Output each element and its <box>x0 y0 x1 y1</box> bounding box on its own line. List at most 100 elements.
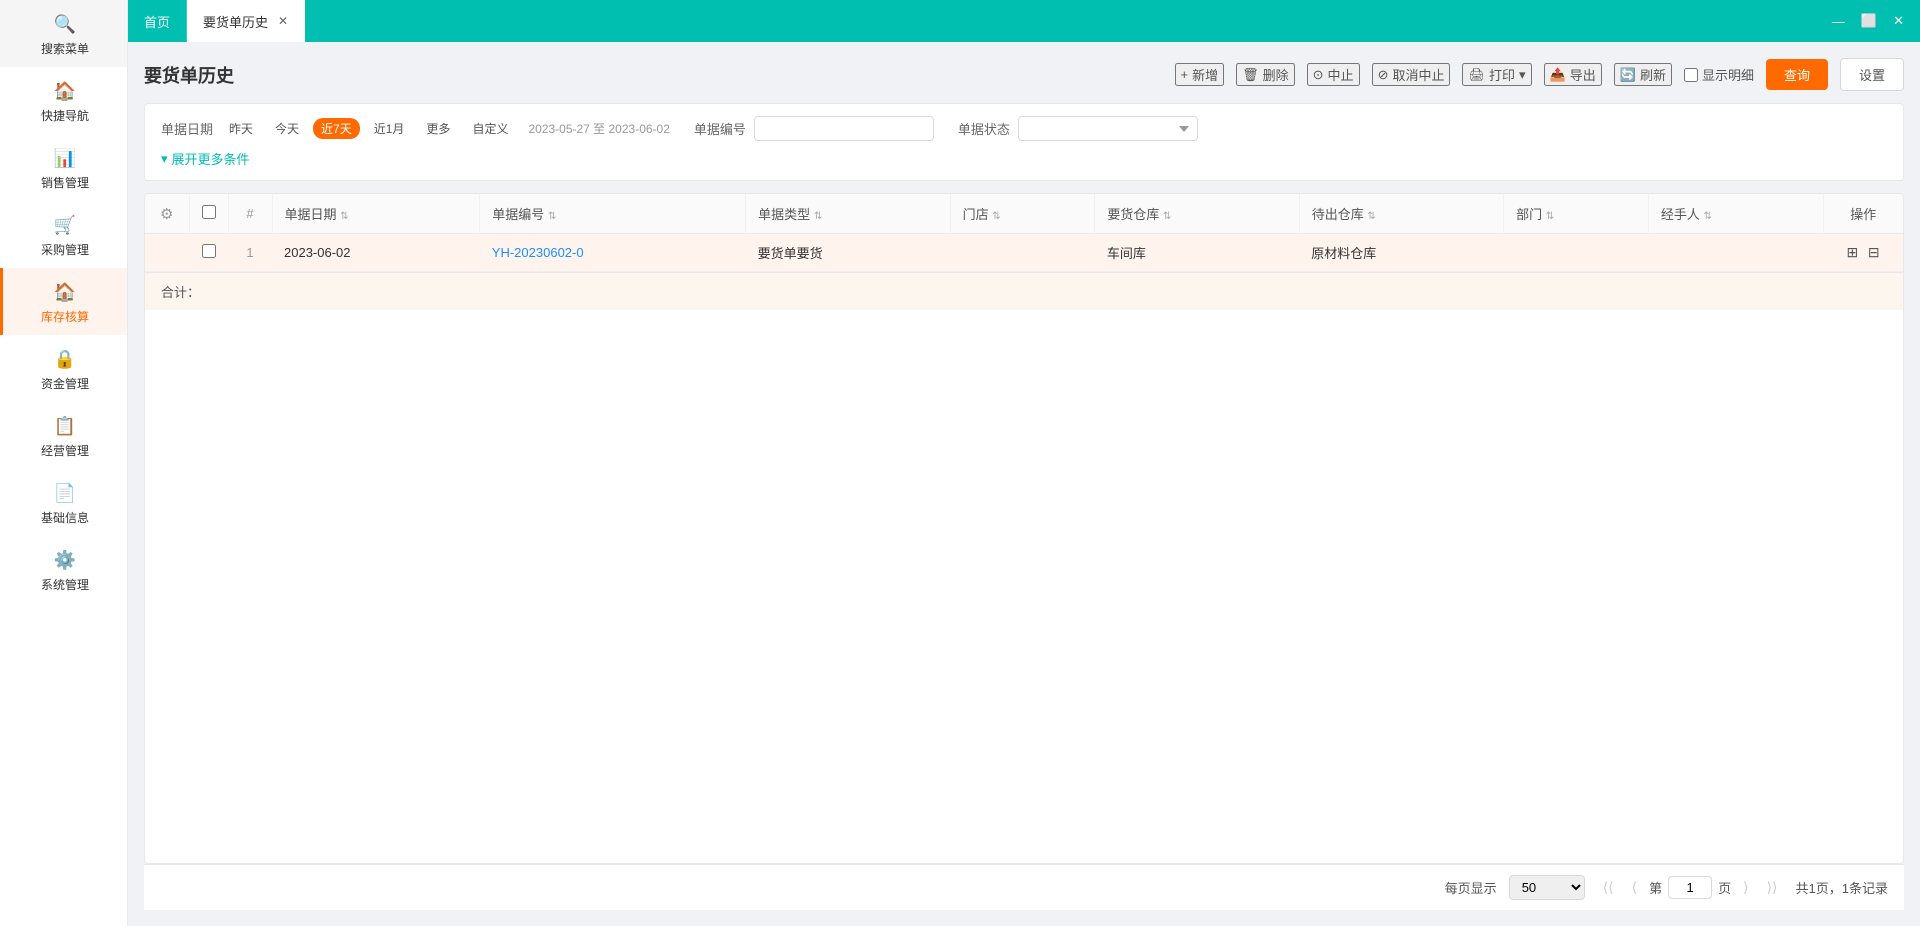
window-minimize-btn[interactable]: — <box>1832 14 1845 29</box>
page-next-btn[interactable]: ⟩ <box>1737 877 1754 898</box>
page-label: 页 <box>1718 878 1731 897</box>
tab-requisition-history[interactable]: 要货单历史 ✕ <box>187 0 305 42</box>
doc-link[interactable]: YH-20230602-0 <box>492 245 584 260</box>
status-filter: 单据状态 <box>958 116 1198 141</box>
query-button[interactable]: 查询 <box>1766 59 1828 90</box>
data-table: ⚙ # 单据日期 ⇅ 单据编号 <box>145 194 1903 272</box>
date-btn-yesterday[interactable]: 昨天 <box>221 118 261 139</box>
sidebar-item-label: 经营管理 <box>41 442 89 459</box>
date-btn-1month[interactable]: 近1月 <box>366 118 413 139</box>
page-prev-btn[interactable]: ⟨ <box>1626 877 1643 898</box>
table-header-row: ⚙ # 单据日期 ⇅ 单据编号 <box>145 194 1903 234</box>
date-btn-custom[interactable]: 自定义 <box>464 118 516 139</box>
sidebar-item-finance[interactable]: 🔒 资金管理 <box>0 335 127 402</box>
table-wrap: ⚙ # 单据日期 ⇅ 单据编号 <box>144 193 1904 864</box>
refresh-icon: 🔄 <box>1620 67 1636 83</box>
th-pending-warehouse[interactable]: 待出仓库 ⇅ <box>1299 194 1503 234</box>
expand-more-btn[interactable]: ▾ 展开更多条件 <box>161 149 1887 168</box>
sidebar-item-search[interactable]: 🔍 搜索菜单 <box>0 0 127 67</box>
td-store <box>950 234 1095 272</box>
sidebar-item-purchase[interactable]: 🛒 采购管理 <box>0 201 127 268</box>
sort-doctype-icon: ⇅ <box>814 211 822 222</box>
th-handler[interactable]: 经手人 ⇅ <box>1648 194 1823 234</box>
td-ops: ⊞ ⊟ <box>1823 234 1903 272</box>
row-more-icon[interactable]: ⊟ <box>1868 244 1880 260</box>
date-range-display: 2023-05-27 至 2023-06-02 <box>528 120 669 137</box>
th-req-warehouse[interactable]: 要货仓库 ⇅ <box>1095 194 1299 234</box>
sidebar-item-label: 快捷导航 <box>41 107 89 124</box>
td-docno: YH-20230602-0 <box>480 234 746 272</box>
row-checkbox[interactable] <box>202 244 216 258</box>
print-dropdown-icon: ▾ <box>1519 67 1526 83</box>
cancel-stop-button[interactable]: ⊘ 取消中止 <box>1372 63 1451 86</box>
sidebar-item-operations[interactable]: 📋 经营管理 <box>0 402 127 469</box>
pagination-bar: 每页显示 10 20 50 100 ⟨⟨ ⟨ 第 页 ⟩ ⟩⟩ 共1页，1条记录 <box>144 864 1904 910</box>
date-btn-more[interactable]: 更多 <box>418 118 458 139</box>
toolbar: + 新增 🗑 删除 ⊙ 中止 ⊘ 取消中止 🖨 打印 <box>1175 58 1905 91</box>
topbar: 首页 要货单历史 ✕ — ⬜ ✕ <box>128 0 1920 42</box>
window-maximize-btn[interactable]: ⬜ <box>1861 13 1877 29</box>
page-size-select[interactable]: 10 20 50 100 <box>1509 875 1585 900</box>
th-checkbox[interactable] <box>189 194 228 234</box>
stop-button[interactable]: ⊙ 中止 <box>1307 63 1360 86</box>
sort-dept-icon: ⇅ <box>1546 211 1554 222</box>
td-settings <box>145 234 189 272</box>
date-btn-today[interactable]: 今天 <box>267 118 307 139</box>
sidebar-item-inventory[interactable]: 🏠 库存核算 <box>0 268 127 335</box>
filter-panel: 单据日期 昨天 今天 近7天 近1月 更多 自定义 2023-05-27 至 2… <box>144 103 1904 181</box>
total-info: 共1页，1条记录 <box>1796 878 1888 897</box>
window-close-btn[interactable]: ✕ <box>1893 13 1904 29</box>
sidebar-item-label: 系统管理 <box>41 576 89 593</box>
sidebar-item-label: 基础信息 <box>41 509 89 526</box>
td-department <box>1504 234 1649 272</box>
sidebar-item-label: 库存核算 <box>41 308 89 325</box>
td-num: 1 <box>228 234 272 272</box>
select-all-checkbox[interactable] <box>202 205 216 219</box>
tab-close-icon[interactable]: ✕ <box>278 14 288 28</box>
th-doctype[interactable]: 单据类型 ⇅ <box>746 194 950 234</box>
page-last-btn[interactable]: ⟩⟩ <box>1761 877 1784 898</box>
display-detail-checkbox[interactable] <box>1684 68 1698 82</box>
sidebar-item-quicknav[interactable]: 🏠 快捷导航 <box>0 67 127 134</box>
sort-docno-icon: ⇅ <box>548 211 556 222</box>
tab-home[interactable]: 首页 <box>128 0 187 42</box>
th-date[interactable]: 单据日期 ⇅ <box>272 194 480 234</box>
inventory-icon: 🏠 <box>54 282 76 303</box>
delete-button[interactable]: 🗑 删除 <box>1236 63 1295 86</box>
export-button[interactable]: 📤 导出 <box>1544 63 1602 86</box>
stop-icon: ⊙ <box>1313 67 1324 83</box>
filter-dates: 昨天 今天 近7天 近1月 更多 自定义 <box>221 118 516 139</box>
docno-input[interactable] <box>754 116 934 141</box>
sort-reqwarehouse-icon: ⇅ <box>1163 211 1171 222</box>
date-btn-7days[interactable]: 近7天 <box>313 118 360 139</box>
page-first-btn[interactable]: ⟨⟨ <box>1597 877 1620 898</box>
settings-button[interactable]: 设置 <box>1840 58 1904 91</box>
display-detail-toggle[interactable]: 显示明细 <box>1684 65 1754 84</box>
print-button[interactable]: 🖨 打印 ▾ <box>1462 63 1531 86</box>
row-edit-icon[interactable]: ⊞ <box>1846 244 1858 260</box>
th-store[interactable]: 门店 ⇅ <box>950 194 1095 234</box>
sales-icon: 📊 <box>54 148 76 169</box>
td-req-warehouse: 车间库 <box>1095 234 1299 272</box>
new-button[interactable]: + 新增 <box>1175 63 1225 86</box>
sidebar-item-label: 搜索菜单 <box>41 40 89 57</box>
sidebar: 🔍 搜索菜单 🏠 快捷导航 📊 销售管理 🛒 采购管理 🏠 库存核算 🔒 资金管… <box>0 0 128 926</box>
date-filter: 单据日期 昨天 今天 近7天 近1月 更多 自定义 2023-05-27 至 2… <box>161 118 670 139</box>
th-department[interactable]: 部门 ⇅ <box>1504 194 1649 234</box>
sidebar-item-basic[interactable]: 📄 基础信息 <box>0 469 127 536</box>
table-settings-gear-icon[interactable]: ⚙ <box>160 206 173 223</box>
th-docno[interactable]: 单据编号 ⇅ <box>480 194 746 234</box>
status-select[interactable] <box>1018 116 1198 141</box>
summary-label: 合计： <box>161 282 200 301</box>
th-settings[interactable]: ⚙ <box>145 194 189 234</box>
page-input[interactable] <box>1668 876 1712 899</box>
export-icon: 📤 <box>1550 67 1566 83</box>
td-pending-warehouse: 原材料仓库 <box>1299 234 1503 272</box>
th-ops: 操作 <box>1823 194 1903 234</box>
docno-filter-label: 单据编号 <box>694 119 746 138</box>
refresh-button[interactable]: 🔄 刷新 <box>1614 63 1672 86</box>
sidebar-item-system[interactable]: ⚙️ 系统管理 <box>0 536 127 603</box>
quick-nav-icon: 🏠 <box>54 81 76 102</box>
td-checkbox[interactable] <box>189 234 228 272</box>
sidebar-item-sales[interactable]: 📊 销售管理 <box>0 134 127 201</box>
